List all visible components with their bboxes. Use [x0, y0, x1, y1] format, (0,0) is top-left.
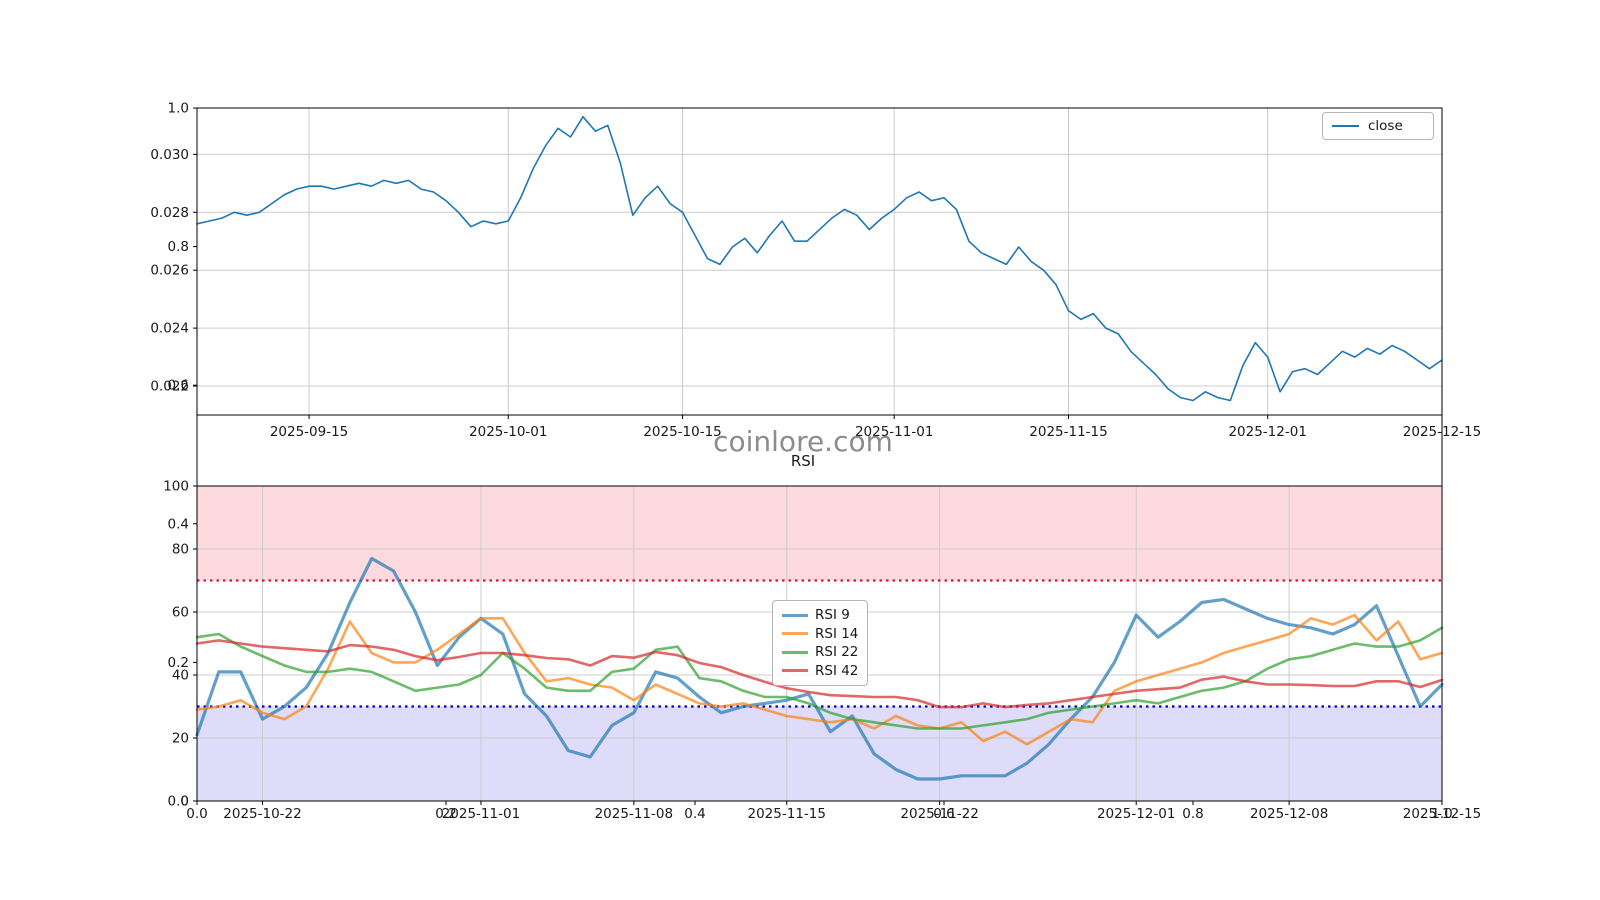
overlay-y-tick-label: 1.0: [168, 101, 189, 117]
overlay-y-tick-label: 0.4: [168, 516, 189, 532]
legend-line-sample: [782, 632, 808, 636]
price-x-tick-label: 2025-11-15: [1029, 424, 1107, 440]
overlay-x-tick-label: 0.6: [933, 806, 954, 822]
legend-line-sample: [782, 613, 808, 617]
rsi-legend-label: RSI 14: [815, 625, 859, 642]
price-x-tick-label: 2025-12-01: [1228, 424, 1306, 440]
rsi-y-tick-label: 80: [172, 542, 189, 558]
rsi-legend: RSI 9 RSI 14 RSI 22 RSI 42: [772, 600, 868, 686]
rsi-legend-label: RSI 22: [815, 644, 859, 661]
price-x-tick-label: 2025-12-15: [1403, 424, 1481, 440]
overlay-x-tick-label: 1.0: [1431, 806, 1452, 822]
price-y-tick-label: 0.030: [150, 147, 189, 163]
rsi-legend-entry: RSI 9: [782, 607, 858, 623]
rsi-legend-entry: RSI 42: [782, 663, 858, 679]
overlay-y-tick-label: 0.6: [168, 378, 189, 394]
rsi-x-tick-label: 2025-10-22: [223, 806, 301, 822]
rsi-x-tick-label: 2025-11-08: [595, 806, 673, 822]
overlay-y-tick-label: 0.8: [168, 239, 189, 255]
rsi-legend-entry: RSI 14: [782, 626, 858, 642]
legend-line-sample: [782, 669, 808, 673]
close-line-sample: [1332, 124, 1359, 128]
price-legend-label: close: [1368, 118, 1403, 134]
price-y-tick-label: 0.024: [150, 321, 189, 337]
price-x-tick-label: 2025-09-15: [270, 424, 348, 440]
rsi-x-tick-label: 2025-11-15: [748, 806, 826, 822]
rsi-y-tick-label: 60: [172, 605, 189, 621]
rsi-chart-title: RSI: [790, 452, 816, 470]
overlay-y-tick-label: 0.2: [168, 655, 189, 671]
overlay-x-tick-label: 0.2: [435, 806, 456, 822]
overlay-x-tick-label: 0.4: [684, 806, 705, 822]
price-x-tick-label: 2025-10-15: [643, 424, 721, 440]
rsi-x-tick-label: 2025-12-01: [1097, 806, 1175, 822]
rsi-x-tick-label: 2025-12-08: [1250, 806, 1328, 822]
overlay-x-tick-label: 0.8: [1182, 806, 1203, 822]
legend-line-sample: [782, 650, 808, 654]
price-y-tick-label: 0.028: [150, 205, 189, 221]
rsi-legend-label: RSI 9: [815, 607, 850, 623]
close-line: [196, 115, 1443, 402]
rsi-y-tick-label: 100: [163, 479, 189, 495]
figure: 0.030 0.028 0.026 0.024 0.022 2025-09-15 2025-…: [0, 0, 1600, 900]
overlay-x-tick-label: 0.0: [186, 806, 207, 822]
price-x-tick-label: 2025-10-01: [469, 424, 547, 440]
rsi-y-tick-label: 20: [172, 731, 189, 747]
rsi-legend-label: RSI 42: [815, 662, 859, 679]
price-y-tick-label: 0.026: [150, 263, 189, 279]
rsi-legend-entry: RSI 22: [782, 644, 858, 660]
price-legend: close: [1322, 112, 1434, 140]
